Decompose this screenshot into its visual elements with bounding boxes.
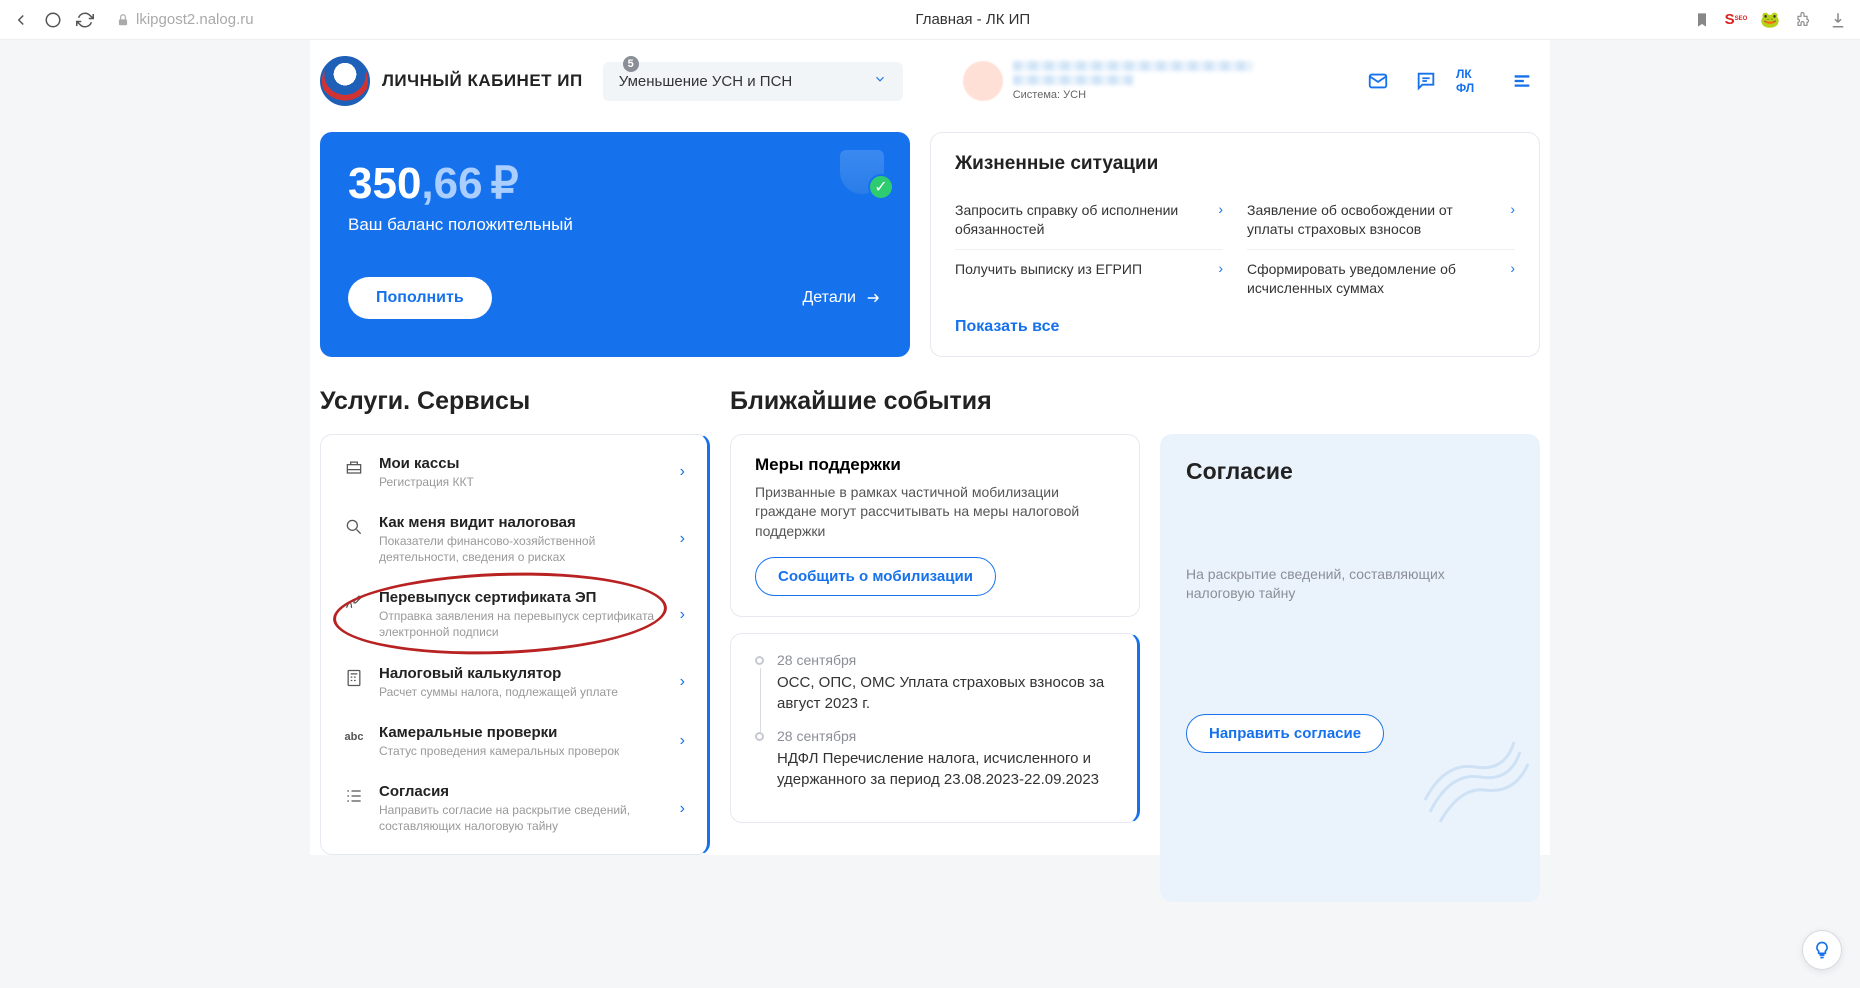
magnifier-icon: [343, 516, 365, 538]
chevron-right-icon: ›: [1218, 260, 1223, 276]
chevron-right-icon: ›: [680, 530, 685, 548]
situation-item[interactable]: Получить выписку из ЕГРИП›: [955, 250, 1223, 308]
chat-icon[interactable]: [1408, 63, 1444, 99]
situation-item[interactable]: Сформировать уведомление об исчисленных …: [1247, 250, 1515, 308]
details-label: Детали: [802, 289, 856, 307]
url-text: lkipgost2.nalog.ru: [136, 11, 254, 28]
balance-card: ✓ 350 ,66 ₽ Ваш баланс положительный Поп…: [320, 132, 910, 357]
page-title: Главная - ЛК ИП: [266, 11, 1680, 28]
chevron-down-icon: [873, 72, 887, 91]
timeline-dot-icon: [755, 656, 764, 665]
bookmark-icon[interactable]: [1692, 10, 1712, 30]
service-item-checks[interactable]: abc Камеральные проверкиСтатус проведени…: [321, 712, 707, 771]
chevron-right-icon: ›: [1510, 201, 1515, 217]
timeline-dot-icon: [755, 732, 764, 741]
mail-icon[interactable]: [1360, 63, 1396, 99]
services-list: Мои кассыРегистрация ККТ › Как меня види…: [320, 434, 710, 856]
chevron-right-icon: ›: [680, 463, 685, 481]
balance-decoration: ✓: [840, 150, 884, 194]
situation-item[interactable]: Запросить справку об исполнении обязанно…: [955, 191, 1223, 250]
situations-title: Жизненные ситуации: [955, 153, 1515, 175]
logo[interactable]: ЛИЧНЫЙ КАБИНЕТ ИП: [320, 56, 583, 106]
situations-card: Жизненные ситуации Запросить справку об …: [930, 132, 1540, 357]
help-button[interactable]: [1802, 930, 1842, 970]
browser-toolbar: lkipgost2.nalog.ru Главная - ЛК ИП SSEO …: [0, 0, 1860, 40]
consent-text: На раскрытие сведений, составляющих нало…: [1186, 565, 1514, 604]
arrow-right-icon: [864, 289, 882, 307]
balance-int: 350: [348, 159, 421, 209]
check-icon: ✓: [868, 174, 894, 200]
back-icon[interactable]: [12, 11, 30, 29]
consent-title: Согласие: [1186, 458, 1514, 485]
chevron-right-icon: ›: [680, 673, 685, 691]
list-icon: [343, 785, 365, 807]
service-item-consents[interactable]: СогласияНаправить согласие на раскрытие …: [321, 771, 707, 846]
report-mobilization-button[interactable]: Сообщить о мобилизации: [755, 557, 996, 596]
balance-dec: ,66: [421, 159, 482, 209]
user-block[interactable]: Система: УСН: [923, 61, 1340, 101]
show-all-link[interactable]: Показать все: [955, 318, 1059, 336]
balance-subtitle: Ваш баланс положительный: [348, 215, 882, 235]
menu-icon[interactable]: [1504, 63, 1540, 99]
downloads-icon[interactable]: [1828, 10, 1848, 30]
service-item-reissue-cert[interactable]: Перевыпуск сертификата ЭПОтправка заявле…: [321, 577, 707, 652]
service-item-my-kassy[interactable]: Мои кассыРегистрация ККТ ›: [321, 443, 707, 502]
extension-puzzle-icon[interactable]: [1794, 10, 1814, 30]
dropdown-label: Уменьшение УСН и ПСН: [619, 73, 793, 90]
page-body: ЛИЧНЫЙ КАБИНЕТ ИП 5 Уменьшение УСН и ПСН…: [0, 40, 1860, 988]
logo-text: ЛИЧНЫЙ КАБИНЕТ ИП: [382, 71, 583, 91]
chevron-right-icon: ›: [680, 606, 685, 624]
chevron-right-icon: ›: [1218, 201, 1223, 217]
send-consent-button[interactable]: Направить согласие: [1186, 714, 1384, 753]
events-section-title: Ближайшие события: [730, 387, 1140, 416]
chevron-right-icon: ›: [680, 732, 685, 750]
topup-button[interactable]: Пополнить: [348, 277, 492, 319]
support-title: Меры поддержки: [755, 455, 1115, 475]
dropdown-badge: 5: [623, 56, 639, 72]
lk-fl-link[interactable]: ЛК ФЛ: [1456, 63, 1492, 99]
timeline-line: [760, 668, 761, 732]
chevron-right-icon: ›: [1510, 260, 1515, 276]
user-system: Система: УСН: [1013, 89, 1253, 101]
yandex-icon[interactable]: [44, 11, 62, 29]
app-header: ЛИЧНЫЙ КАБИНЕТ ИП 5 Уменьшение УСН и ПСН…: [320, 40, 1540, 122]
fingerprint-icon: [1410, 722, 1540, 842]
situation-item[interactable]: Заявление об освобождении от уплаты стра…: [1247, 191, 1515, 250]
avatar: [963, 61, 1003, 101]
balance-amount: 350 ,66 ₽: [348, 158, 882, 209]
signature-icon: [343, 591, 365, 613]
services-section-title: Услуги. Сервисы: [320, 387, 710, 416]
support-text: Призванные в рамках частичной мобилизаци…: [755, 483, 1115, 542]
extension-red-s-icon[interactable]: SSEO: [1726, 10, 1746, 30]
calculator-icon: [343, 667, 365, 689]
service-item-tax-calc[interactable]: Налоговый калькуляторРасчет суммы налога…: [321, 653, 707, 712]
timeline-item[interactable]: 28 сентября ОСС, ОПС, ОМС Уплата страхов…: [755, 652, 1113, 728]
abc-icon: abc: [343, 726, 365, 748]
service-item-how-tax-sees[interactable]: Как меня видит налоговаяПоказатели финан…: [321, 502, 707, 577]
extension-frog-icon[interactable]: 🐸: [1760, 10, 1780, 30]
timeline-item[interactable]: 28 сентября НДФЛ Перечисление налога, ис…: [755, 728, 1113, 804]
reload-icon[interactable]: [76, 11, 94, 29]
lock-icon: [116, 13, 130, 27]
user-id-blurred: [1013, 75, 1133, 85]
url-box[interactable]: lkipgost2.nalog.ru: [116, 11, 254, 28]
timeline-card: 28 сентября ОСС, ОПС, ОМС Уплата страхов…: [730, 633, 1140, 823]
balance-currency: ₽: [491, 158, 519, 209]
cash-register-icon: [343, 457, 365, 479]
support-card: Меры поддержки Призванные в рамках части…: [730, 434, 1140, 618]
notification-dropdown[interactable]: 5 Уменьшение УСН и ПСН: [603, 62, 903, 101]
details-link[interactable]: Детали: [802, 289, 882, 307]
user-name-blurred: [1013, 61, 1253, 71]
emblem-icon: [320, 56, 370, 106]
chevron-right-icon: ›: [680, 800, 685, 818]
lightbulb-icon: [1812, 940, 1832, 960]
consent-card: Согласие На раскрытие сведений, составля…: [1160, 434, 1540, 903]
